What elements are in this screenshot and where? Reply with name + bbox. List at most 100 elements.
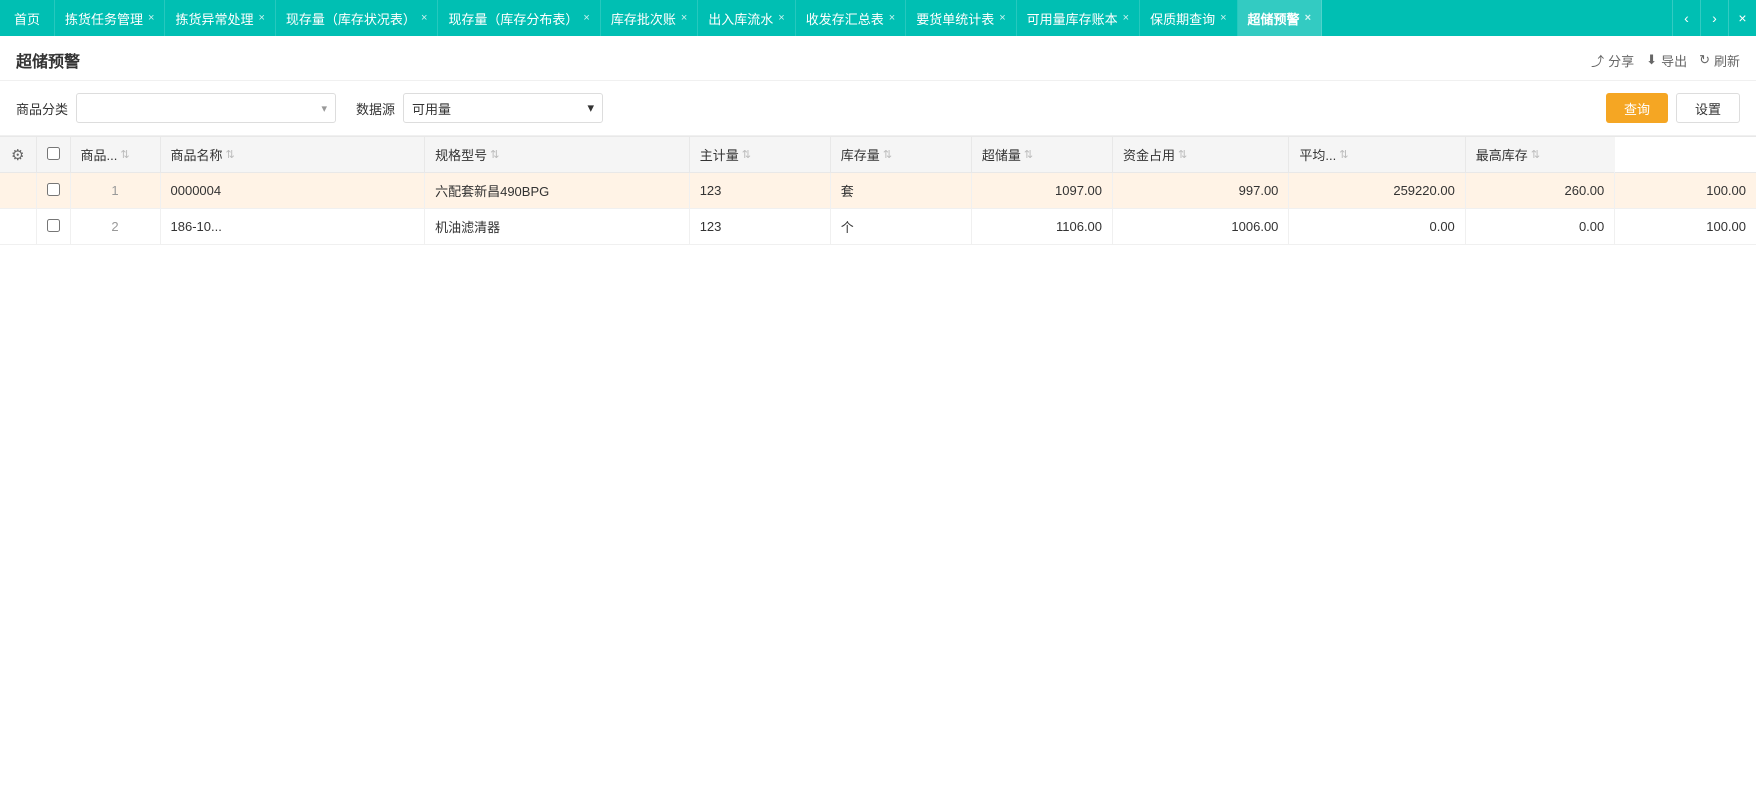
- row-avg: 0.00: [1465, 209, 1614, 245]
- close-icon-4[interactable]: ×: [681, 12, 687, 24]
- datasource-chevron-icon: ▾: [588, 100, 595, 116]
- gear-icon[interactable]: ⚙: [11, 147, 24, 164]
- nav-arrow-close[interactable]: ×: [1728, 0, 1756, 36]
- category-filter-group: 商品分类 ▾: [16, 93, 336, 123]
- sort-icon-maxstock: ⇅: [1531, 148, 1540, 161]
- row-number: 2: [70, 209, 160, 245]
- datasource-select[interactable]: 可用量 ▾: [403, 93, 603, 123]
- export-icon: ⬇: [1646, 52, 1657, 68]
- close-icon-6[interactable]: ×: [889, 12, 895, 24]
- nav-home[interactable]: 首页: [0, 0, 55, 36]
- nav-item-9[interactable]: 保质期查询 ×: [1140, 0, 1237, 36]
- th-code[interactable]: 商品... ⇅: [70, 137, 160, 173]
- category-label: 商品分类: [16, 99, 68, 118]
- close-icon-2[interactable]: ×: [421, 12, 427, 24]
- close-icon-0[interactable]: ×: [148, 12, 154, 24]
- sort-icon-unit: ⇅: [742, 148, 751, 161]
- header-actions: ⤴ 分享 ⬇ 导出 ↻ 刷新: [1591, 51, 1740, 70]
- th-stock[interactable]: 库存量 ⇅: [830, 137, 971, 173]
- row-over: 1006.00: [1113, 209, 1289, 245]
- data-table: ⚙ 商品... ⇅ 商品名称 ⇅: [0, 136, 1756, 245]
- page-title: 超储预警: [16, 48, 80, 72]
- nav-item-4[interactable]: 库存批次账 ×: [601, 0, 698, 36]
- close-icon-1[interactable]: ×: [258, 12, 264, 24]
- share-button[interactable]: ⤴ 分享: [1591, 51, 1634, 70]
- table-wrapper: ⚙ 商品... ⇅ 商品名称 ⇅: [0, 136, 1756, 245]
- sort-icon-name: ⇅: [226, 148, 235, 161]
- th-checkbox: [36, 137, 70, 173]
- row-avg: 260.00: [1465, 173, 1614, 209]
- row-code: 0000004: [160, 173, 425, 209]
- row-maxstock: 100.00: [1615, 173, 1756, 209]
- nav-item-3[interactable]: 现存量（库存分布表） ×: [438, 0, 600, 36]
- close-icon-7[interactable]: ×: [999, 12, 1005, 24]
- nav-item-0[interactable]: 拣货任务管理 ×: [55, 0, 165, 36]
- row-fund: 259220.00: [1289, 173, 1465, 209]
- row-checkbox-cell: [36, 209, 70, 245]
- sort-icon-avg: ⇅: [1339, 148, 1348, 161]
- select-all-checkbox[interactable]: [47, 147, 60, 160]
- datasource-filter-group: 数据源 可用量 ▾: [356, 93, 603, 123]
- table-header-row: ⚙ 商品... ⇅ 商品名称 ⇅: [0, 137, 1756, 173]
- nav-arrow-left[interactable]: ‹: [1672, 0, 1700, 36]
- row-checkbox-1[interactable]: [47, 219, 60, 232]
- nav-item-6[interactable]: 收发存汇总表 ×: [796, 0, 906, 36]
- nav-item-5[interactable]: 出入库流水 ×: [698, 0, 795, 36]
- row-unit: 个: [830, 209, 971, 245]
- th-settings: ⚙: [0, 137, 36, 173]
- sort-icon-fund: ⇅: [1178, 148, 1187, 161]
- page-header: 超储预警 ⤴ 分享 ⬇ 导出 ↻ 刷新: [0, 36, 1756, 81]
- filter-area: 商品分类 ▾ 数据源 可用量 ▾ 查询 设置: [0, 81, 1756, 136]
- nav-item-1[interactable]: 拣货异常处理 ×: [165, 0, 275, 36]
- th-over[interactable]: 超储量 ⇅: [971, 137, 1112, 173]
- row-settings-cell: [0, 173, 36, 209]
- filter-buttons: 查询 设置: [1606, 93, 1740, 123]
- row-code: 186-10...: [160, 209, 425, 245]
- refresh-button[interactable]: ↻ 刷新: [1699, 51, 1740, 70]
- row-name: 六配套新昌490BPG: [425, 173, 690, 209]
- row-over: 997.00: [1113, 173, 1289, 209]
- th-maxstock[interactable]: 最高库存 ⇅: [1465, 137, 1614, 173]
- row-stock: 1097.00: [971, 173, 1112, 209]
- query-button[interactable]: 查询: [1606, 93, 1668, 123]
- close-icon-8[interactable]: ×: [1123, 12, 1129, 24]
- close-icon-9[interactable]: ×: [1220, 12, 1226, 24]
- share-icon: ⤴: [1591, 51, 1604, 70]
- close-icon-5[interactable]: ×: [778, 12, 784, 24]
- row-unit: 套: [830, 173, 971, 209]
- table-row: 2 186-10... 机油滤清器 123 个 1106.00 1006.00 …: [0, 209, 1756, 245]
- datasource-label: 数据源: [356, 99, 395, 118]
- table-body: 1 0000004 六配套新昌490BPG 123 套 1097.00 997.…: [0, 173, 1756, 245]
- th-spec[interactable]: 规格型号 ⇅: [425, 137, 690, 173]
- th-unit[interactable]: 主计量 ⇅: [689, 137, 830, 173]
- nav-item-10[interactable]: 超储预警 ×: [1238, 0, 1322, 36]
- row-checkbox-0[interactable]: [47, 183, 60, 196]
- sort-icon-spec: ⇅: [490, 148, 499, 161]
- sort-icon-code: ⇅: [120, 148, 129, 161]
- th-fund[interactable]: 资金占用 ⇅: [1113, 137, 1289, 173]
- row-settings-cell: [0, 209, 36, 245]
- top-nav: 首页 拣货任务管理 × 拣货异常处理 × 现存量（库存状况表） × 现存量（库存…: [0, 0, 1756, 36]
- row-checkbox-cell: [36, 173, 70, 209]
- close-icon-3[interactable]: ×: [583, 12, 589, 24]
- close-icon-10[interactable]: ×: [1305, 12, 1311, 24]
- export-button[interactable]: ⬇ 导出: [1646, 51, 1687, 70]
- row-number: 1: [70, 173, 160, 209]
- th-avg[interactable]: 平均... ⇅: [1289, 137, 1465, 173]
- settings-button[interactable]: 设置: [1676, 93, 1740, 123]
- datasource-select-text: 可用量: [412, 99, 587, 118]
- nav-arrows: ‹ › ×: [1672, 0, 1756, 36]
- page-content: 超储预警 ⤴ 分享 ⬇ 导出 ↻ 刷新 商品分类 ▾ 数据源: [0, 36, 1756, 800]
- category-chevron-icon: ▾: [321, 102, 327, 115]
- th-name[interactable]: 商品名称 ⇅: [160, 137, 425, 173]
- nav-item-8[interactable]: 可用量库存账本 ×: [1017, 0, 1140, 36]
- table-row: 1 0000004 六配套新昌490BPG 123 套 1097.00 997.…: [0, 173, 1756, 209]
- sort-icon-stock: ⇅: [883, 148, 892, 161]
- category-select[interactable]: ▾: [76, 93, 336, 123]
- row-name: 机油滤清器: [425, 209, 690, 245]
- nav-item-2[interactable]: 现存量（库存状况表） ×: [276, 0, 438, 36]
- row-fund: 0.00: [1289, 209, 1465, 245]
- nav-item-7[interactable]: 要货单统计表 ×: [906, 0, 1016, 36]
- row-spec: 123: [689, 173, 830, 209]
- nav-arrow-right[interactable]: ›: [1700, 0, 1728, 36]
